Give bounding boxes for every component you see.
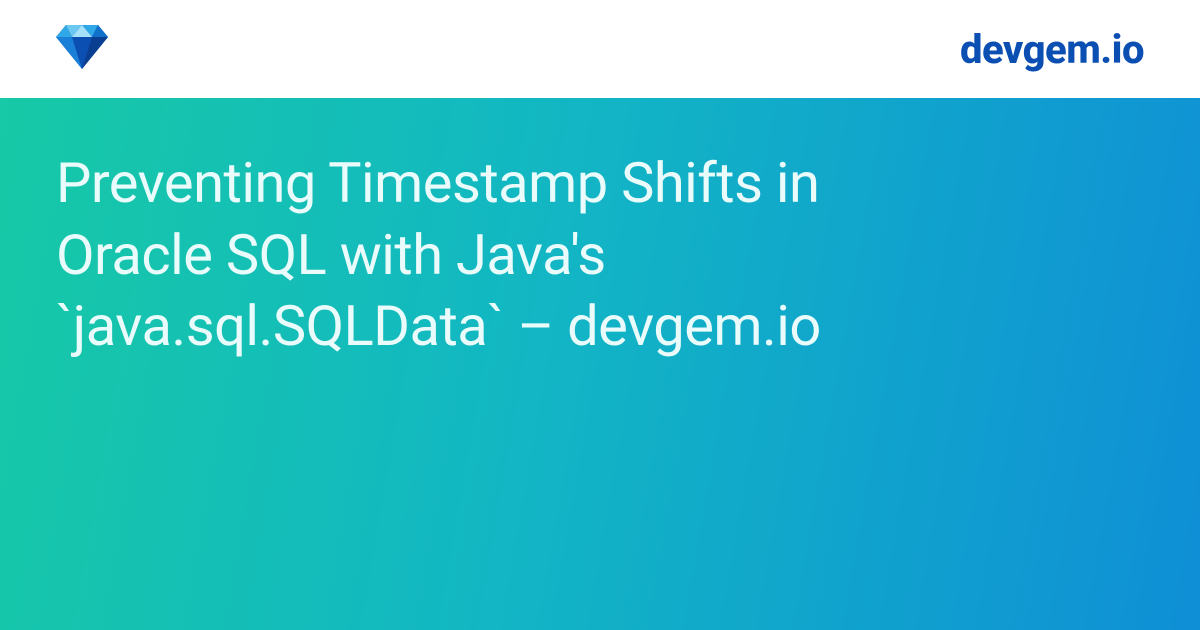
site-name: devgem.io (960, 26, 1144, 73)
hero: Preventing Timestamp Shifts in Oracle SQ… (0, 98, 1200, 630)
article-title: Preventing Timestamp Shifts in Oracle SQ… (56, 148, 936, 363)
logo (56, 25, 108, 73)
og-card: devgem.io Preventing Timestamp Shifts in… (0, 0, 1200, 630)
gem-icon (56, 25, 108, 73)
header: devgem.io (0, 0, 1200, 98)
